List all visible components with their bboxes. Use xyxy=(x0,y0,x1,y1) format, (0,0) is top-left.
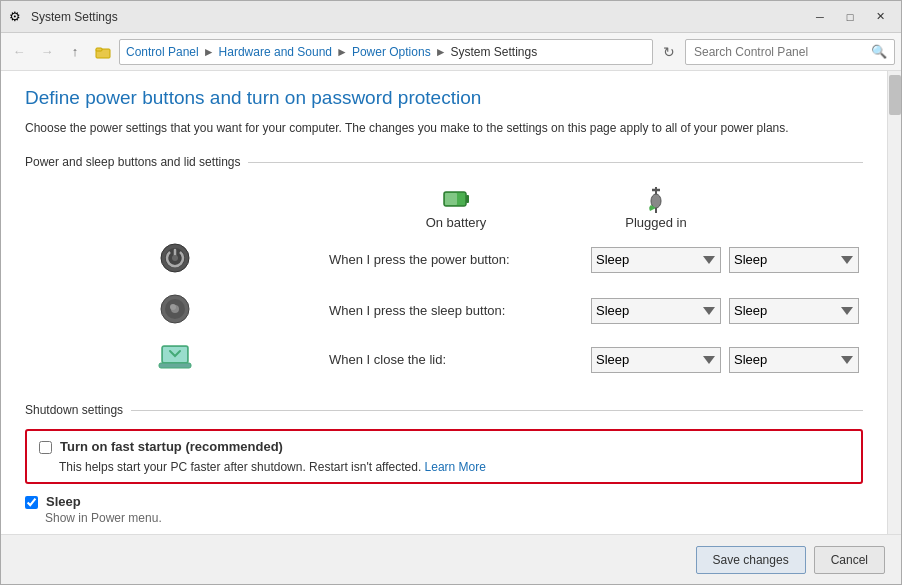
system-settings-window: ⚙ System Settings ─ □ ✕ ← → ↑ Control Pa… xyxy=(0,0,902,585)
table-row: When I close the lid: Sleep Hibernate Sh… xyxy=(25,336,863,383)
sleep-checkbox[interactable] xyxy=(25,496,38,509)
window-title: System Settings xyxy=(31,10,807,24)
shutdown-section-header: Shutdown settings xyxy=(25,403,863,417)
breadcrumb-system-settings: System Settings xyxy=(451,45,538,59)
col-header-on-battery: On battery xyxy=(325,181,587,234)
breadcrumb-hardware-sound[interactable]: Hardware and Sound xyxy=(219,45,332,59)
cancel-button[interactable]: Cancel xyxy=(814,546,885,574)
fast-startup-box: Turn on fast startup (recommended) This … xyxy=(25,429,863,484)
sleep-plugged-select[interactable]: Sleep Hibernate Shut down Do nothing xyxy=(729,298,859,324)
power-table: On battery xyxy=(25,181,863,383)
bottom-bar: Save changes Cancel xyxy=(1,534,901,584)
power-plugged-dropdown-cell: Sleep Hibernate Shut down Do nothing xyxy=(725,234,863,285)
power-button-icon-cell xyxy=(25,234,325,285)
svg-rect-3 xyxy=(466,195,469,203)
lid-plugged-dropdown-cell: Sleep Hibernate Shut down Do nothing xyxy=(725,336,863,383)
close-button[interactable]: ✕ xyxy=(867,7,893,27)
shutdown-section: Shutdown settings Turn on fast startup (… xyxy=(25,403,863,534)
search-wrapper: 🔍 xyxy=(685,39,895,65)
scrollbar-thumb[interactable] xyxy=(889,75,901,115)
forward-button[interactable]: → xyxy=(35,40,59,64)
page-title: Define power buttons and turn on passwor… xyxy=(25,87,863,109)
sleep-battery-select[interactable]: Sleep Hibernate Shut down Do nothing xyxy=(591,298,721,324)
svg-rect-1 xyxy=(96,48,102,51)
svg-rect-17 xyxy=(163,347,187,362)
table-row: When I press the power button: Sleep Hib… xyxy=(25,234,863,285)
lid-icon-cell xyxy=(25,336,325,383)
fast-startup-description: This helps start your PC faster after sh… xyxy=(59,460,849,474)
lid-plugged-select[interactable]: Sleep Hibernate Shut down Do nothing xyxy=(729,347,859,373)
lid-label: When I close the lid: xyxy=(325,336,587,383)
svg-point-15 xyxy=(170,304,176,310)
search-input[interactable] xyxy=(685,39,895,65)
col-header-plugged-in: Plugged in xyxy=(587,181,725,234)
sleep-setting: Sleep Show in Power menu. xyxy=(25,494,863,525)
power-sleep-section-header: Power and sleep buttons and lid settings xyxy=(25,155,863,169)
plug-icon xyxy=(642,185,670,213)
lid-battery-dropdown-cell: Sleep Hibernate Shut down Do nothing xyxy=(587,336,725,383)
sleep-description: Show in Power menu. xyxy=(45,511,863,525)
sleep-plugged-dropdown-cell: Sleep Hibernate Shut down Do nothing xyxy=(725,285,863,336)
sleep-button-label: When I press the sleep button: xyxy=(325,285,587,336)
power-battery-dropdown-cell: Sleep Hibernate Shut down Do nothing xyxy=(587,234,725,285)
lid-battery-select[interactable]: Sleep Hibernate Shut down Do nothing xyxy=(591,347,721,373)
fast-startup-row: Turn on fast startup (recommended) xyxy=(39,439,849,454)
search-icon: 🔍 xyxy=(871,44,887,59)
svg-point-11 xyxy=(172,255,178,261)
battery-icon xyxy=(442,185,470,213)
title-bar: ⚙ System Settings ─ □ ✕ xyxy=(1,1,901,33)
save-changes-button[interactable]: Save changes xyxy=(696,546,806,574)
power-button-label: When I press the power button: xyxy=(325,234,587,285)
fast-startup-checkbox[interactable] xyxy=(39,441,52,454)
sleep-button-icon-cell xyxy=(25,285,325,336)
svg-rect-4 xyxy=(445,193,457,205)
maximize-button[interactable]: □ xyxy=(837,7,863,27)
minimize-button[interactable]: ─ xyxy=(807,7,833,27)
back-button[interactable]: ← xyxy=(7,40,31,64)
main-panel: Define power buttons and turn on passwor… xyxy=(1,71,887,534)
learn-more-link[interactable]: Learn More xyxy=(425,460,486,474)
svg-point-7 xyxy=(651,194,661,208)
title-bar-buttons: ─ □ ✕ xyxy=(807,7,893,27)
refresh-button[interactable]: ↻ xyxy=(657,40,681,64)
breadcrumb-control-panel[interactable]: Control Panel xyxy=(126,45,199,59)
sleep-label[interactable]: Sleep xyxy=(46,494,81,509)
sleep-battery-dropdown-cell: Sleep Hibernate Shut down Do nothing xyxy=(587,285,725,336)
address-bar: ← → ↑ Control Panel ► Hardware and Sound… xyxy=(1,33,901,71)
window-icon: ⚙ xyxy=(9,9,25,25)
svg-rect-18 xyxy=(159,363,191,368)
breadcrumb-power-options[interactable]: Power Options xyxy=(352,45,431,59)
table-row: When I press the sleep button: Sleep Hib… xyxy=(25,285,863,336)
scrollbar-track[interactable] xyxy=(887,71,901,534)
power-battery-select[interactable]: Sleep Hibernate Shut down Do nothing xyxy=(591,247,721,273)
power-plugged-select[interactable]: Sleep Hibernate Shut down Do nothing xyxy=(729,247,859,273)
page-description: Choose the power settings that you want … xyxy=(25,119,863,137)
fast-startup-label[interactable]: Turn on fast startup (recommended) xyxy=(60,439,283,454)
content-area: Define power buttons and turn on passwor… xyxy=(1,71,901,534)
up-button[interactable]: ↑ xyxy=(63,40,87,64)
folder-icon-button[interactable] xyxy=(91,40,115,64)
breadcrumb-bar: Control Panel ► Hardware and Sound ► Pow… xyxy=(119,39,653,65)
